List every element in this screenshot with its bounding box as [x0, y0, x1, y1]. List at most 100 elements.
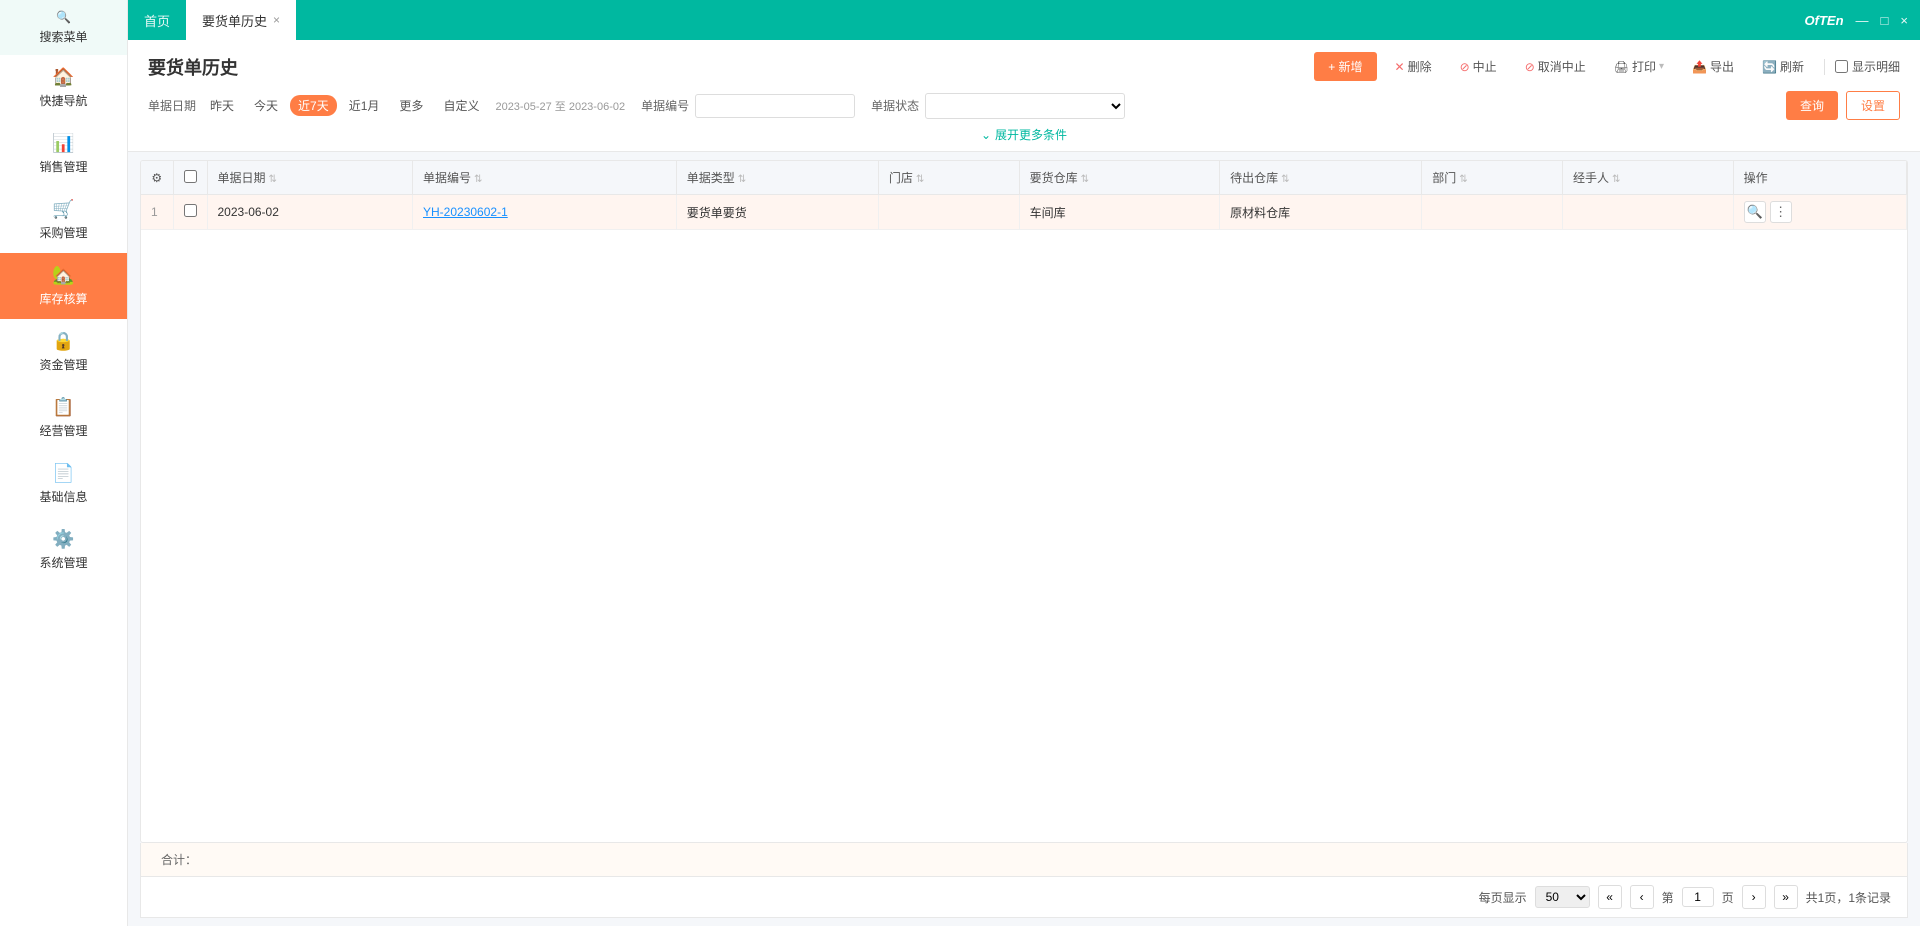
sidebar-item-label: 库存核算 [39, 290, 87, 307]
th-dept[interactable]: 部门⇅ [1422, 161, 1563, 195]
sidebar-item-label: 系统管理 [39, 554, 87, 571]
sidebar-item-base[interactable]: 📄 基础信息 [0, 451, 127, 517]
last-page-btn[interactable]: » [1774, 885, 1798, 909]
date-filter-group: 单据日期 昨天 今天 近7天 近1月 更多 自定义 2023-05-27 至 2… [148, 95, 625, 116]
th-date[interactable]: 单据日期⇅ [207, 161, 413, 195]
settings-button[interactable]: 设置 [1846, 91, 1900, 120]
date-1month-btn[interactable]: 近1月 [341, 95, 388, 116]
expand-more-label: 展开更多条件 [995, 126, 1067, 143]
sidebar-item-home[interactable]: 🏠 快捷导航 [0, 55, 127, 121]
doc-number-input[interactable] [695, 94, 855, 118]
sidebar-item-inventory[interactable]: 🏡 库存核算 [0, 253, 127, 319]
sidebar: 🔍 搜索菜单 🏠 快捷导航 📊 销售管理 🛒 采购管理 🏡 库存核算 🔒 资金管… [0, 0, 128, 926]
date-filter-label: 单据日期 [148, 97, 196, 114]
export-button[interactable]: 📤 导出 [1682, 53, 1744, 80]
total-info: 共1页，1条记录 [1806, 889, 1891, 906]
tab-home[interactable]: 首页 [128, 0, 186, 40]
doc-number-filter-group: 单据编号 [641, 94, 855, 118]
sidebar-item-label: 经营管理 [39, 422, 87, 439]
sidebar-item-finance[interactable]: 🔒 资金管理 [0, 319, 127, 385]
delete-button[interactable]: ✕ 删除 [1385, 53, 1442, 80]
th-settings[interactable]: ⚙ [141, 161, 173, 195]
prev-page-btn[interactable]: ‹ [1630, 885, 1654, 909]
sidebar-item-purchase[interactable]: 🛒 采购管理 [0, 187, 127, 253]
th-store[interactable]: 门店⇅ [878, 161, 1019, 195]
stop-button[interactable]: ⊘ 中止 [1450, 53, 1507, 80]
tab-close-btn[interactable]: × [273, 13, 280, 27]
page-title: 要货单历史 [148, 54, 238, 80]
data-table: ⚙ 单据日期⇅ 单据编号⇅ 单据类型⇅ 门店⇅ 要货仓库⇅ 待出仓库⇅ 部门⇅ … [141, 161, 1907, 230]
window-maximize-btn[interactable]: □ [1881, 13, 1889, 28]
date-custom-btn[interactable]: 自定义 [435, 95, 487, 116]
page-number-input[interactable] [1682, 887, 1714, 907]
gear-icon: ⚙️ [52, 529, 74, 550]
inventory-icon: 🏡 [52, 265, 74, 286]
sidebar-item-label: 销售管理 [39, 158, 87, 175]
show-detail-checkbox[interactable] [1835, 60, 1848, 73]
expand-more-btn[interactable]: ⌄ 展开更多条件 [148, 126, 1900, 143]
td-handler [1562, 195, 1733, 230]
window-close-btn[interactable]: × [1900, 13, 1908, 28]
sidebar-search-label: 搜索菜单 [39, 28, 87, 45]
th-pendwarehouse[interactable]: 待出仓库⇅ [1220, 161, 1422, 195]
tab-controls: OfTEn — □ × [1793, 0, 1920, 40]
cancel-stop-button[interactable]: ⊘ 取消中止 [1515, 53, 1596, 80]
sidebar-item-system[interactable]: ⚙️ 系统管理 [0, 517, 127, 583]
th-doctype[interactable]: 单据类型⇅ [676, 161, 878, 195]
date-more-btn[interactable]: 更多 [391, 95, 431, 116]
new-button[interactable]: + 新增 [1314, 52, 1376, 81]
page-size-select[interactable]: 50 100 200 [1535, 886, 1590, 908]
page-content: 要货单历史 + 新增 ✕ 删除 ⊘ 中止 ⊘ 取消中止 [128, 40, 1920, 926]
doc-no-link[interactable]: YH-20230602-1 [423, 205, 508, 219]
table-row: 1 2023-06-02 YH-20230602-1 要货单要货 车间库 原材料… [141, 195, 1907, 230]
th-docno[interactable]: 单据编号⇅ [413, 161, 677, 195]
date-yesterday-btn[interactable]: 昨天 [202, 95, 242, 116]
show-detail-label[interactable]: 显示明细 [1835, 58, 1900, 75]
report-icon: 📋 [52, 397, 74, 418]
td-docno: YH-20230602-1 [413, 195, 677, 230]
window-minimize-btn[interactable]: — [1856, 13, 1869, 28]
sidebar-item-sales[interactable]: 📊 销售管理 [0, 121, 127, 187]
print-label: 打印 [1632, 58, 1656, 75]
tab-current-label: 要货单历史 [202, 11, 267, 30]
query-button[interactable]: 查询 [1786, 91, 1838, 120]
next-page-btn[interactable]: › [1742, 885, 1766, 909]
cart-icon: 🛒 [52, 199, 74, 220]
td-dept [1422, 195, 1563, 230]
sidebar-item-business[interactable]: 📋 经营管理 [0, 385, 127, 451]
td-ops: 🔍 ⋮ [1734, 195, 1907, 229]
more-op-btn[interactable]: ⋮ [1770, 201, 1792, 223]
status-select[interactable] [925, 93, 1125, 119]
tab-current[interactable]: 要货单历史 × [186, 0, 296, 40]
first-page-btn[interactable]: « [1598, 885, 1622, 909]
page-size-label: 每页显示 [1479, 889, 1527, 906]
th-handler[interactable]: 经手人⇅ [1562, 161, 1733, 195]
row-checkbox[interactable] [184, 204, 197, 217]
table-footer: 合计： [140, 843, 1908, 877]
main-area: 首页 要货单历史 × OfTEn — □ × 要货单历史 + 新增 ✕ 删除 [128, 0, 1920, 926]
pagination: 每页显示 50 100 200 « ‹ 第 页 › » 共1页，1条记录 [140, 877, 1908, 918]
sidebar-search[interactable]: 🔍 搜索菜单 [0, 0, 127, 55]
filter-row-1: 单据日期 昨天 今天 近7天 近1月 更多 自定义 2023-05-27 至 2… [148, 91, 1900, 120]
date-7days-btn[interactable]: 近7天 [290, 95, 337, 116]
print-button[interactable]: 🖨 打印 ▾ [1604, 53, 1674, 80]
cancel-stop-label: 取消中止 [1538, 58, 1586, 75]
view-op-btn[interactable]: 🔍 [1744, 201, 1766, 223]
sidebar-item-label: 采购管理 [39, 224, 87, 241]
refresh-button[interactable]: 🔄 刷新 [1752, 53, 1814, 80]
date-today-btn[interactable]: 今天 [246, 95, 286, 116]
sidebar-item-label: 快捷导航 [39, 92, 87, 109]
summary-label: 合计： [161, 853, 197, 867]
brand-label: OfTEn [1805, 13, 1844, 28]
select-all-checkbox[interactable] [184, 170, 197, 183]
doc-number-label: 单据编号 [641, 97, 689, 114]
search-icon: 🔍 [56, 10, 71, 24]
toolbar: + 新增 ✕ 删除 ⊘ 中止 ⊘ 取消中止 🖨 打印 [1314, 52, 1900, 81]
export-label: 导出 [1710, 58, 1734, 75]
table-header-row: ⚙ 单据日期⇅ 单据编号⇅ 单据类型⇅ 门店⇅ 要货仓库⇅ 待出仓库⇅ 部门⇅ … [141, 161, 1907, 195]
td-date: 2023-06-02 [207, 195, 413, 230]
date-range-display: 2023-05-27 至 2023-06-02 [495, 98, 625, 114]
chart-icon: 📊 [52, 133, 74, 154]
td-checkbox [173, 195, 207, 230]
th-reqwarehouse[interactable]: 要货仓库⇅ [1019, 161, 1220, 195]
